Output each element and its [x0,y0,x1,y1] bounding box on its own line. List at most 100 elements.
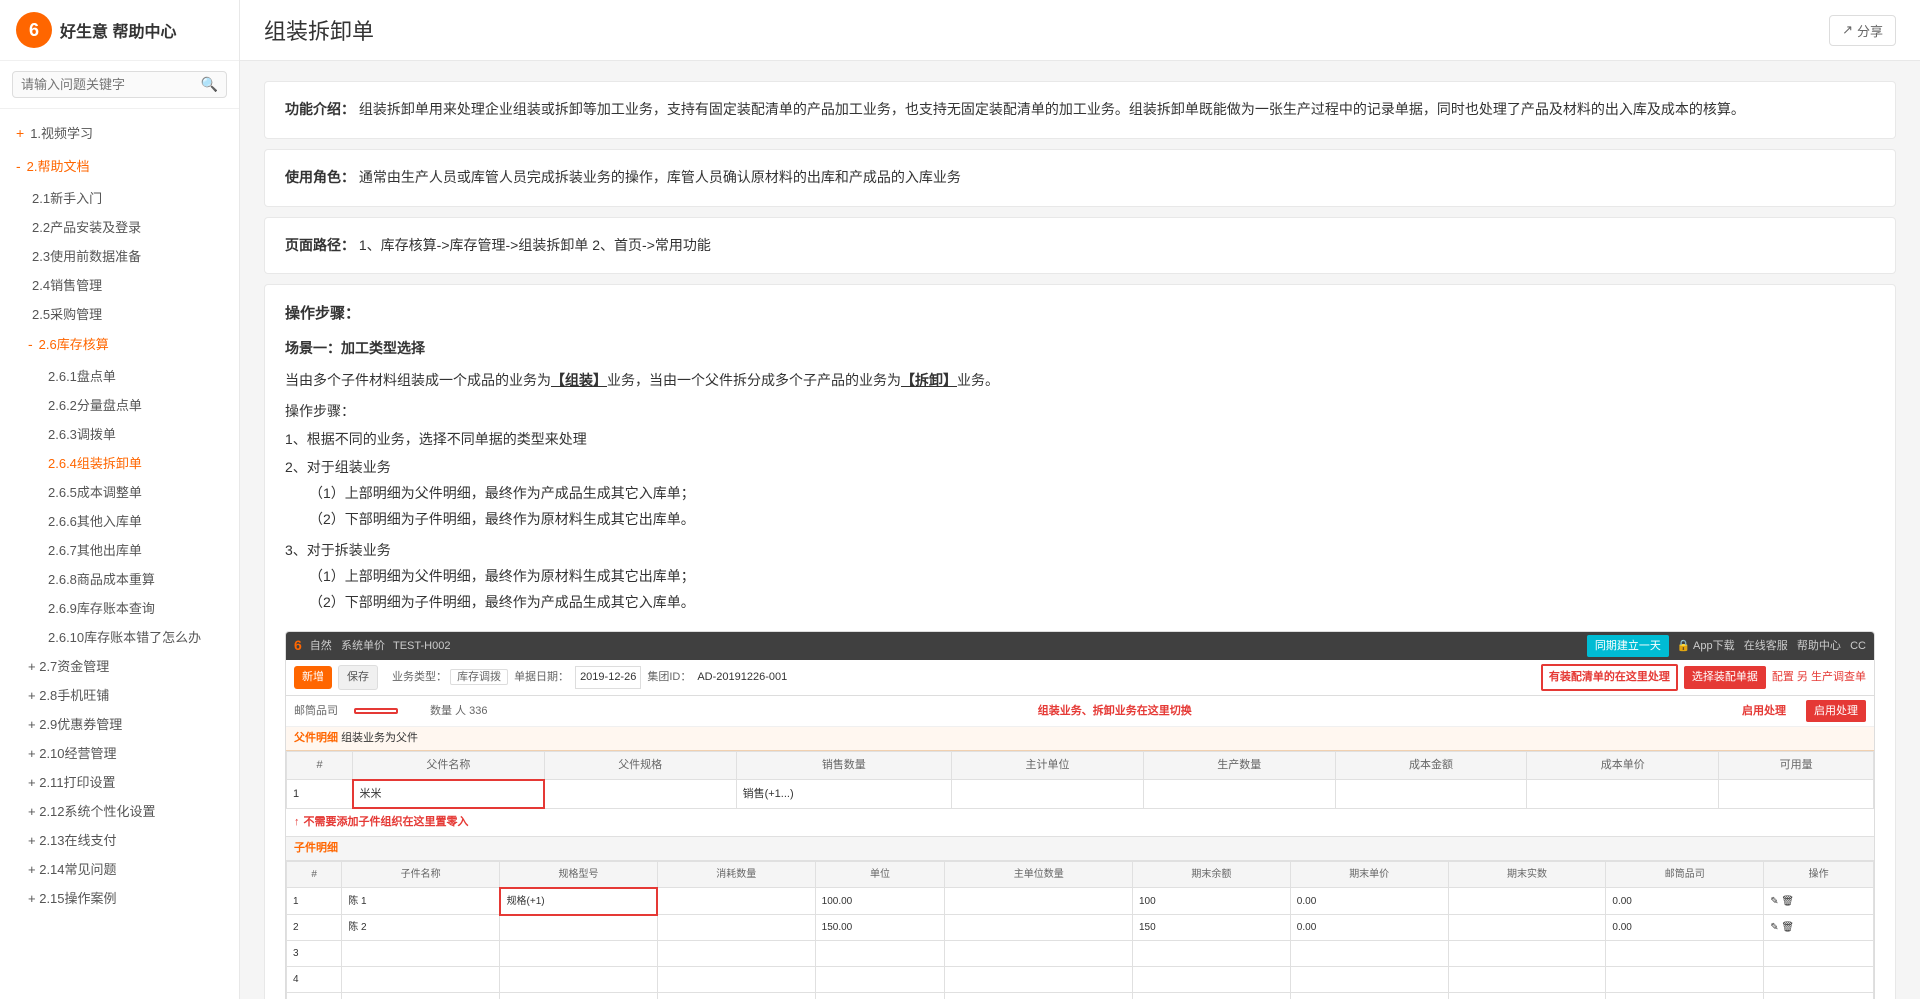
sidebar-item-other-in[interactable]: 2.6.6其他入库单 [0,506,239,535]
sidebar-item-mobile[interactable]: + 2.8手机旺铺 [0,680,239,709]
sim-table2-header: 子件明细 [286,836,1874,861]
role-label: 使用角色： [285,169,355,185]
main-header: 组装拆卸单 ↗ 分享 [240,0,1920,61]
search-wrap[interactable]: 🔍 [12,71,227,98]
sidebar-item-stocktake[interactable]: 2.6.1盘点单 [0,361,239,390]
sidebar-item-ledger-query[interactable]: 2.6.9库存账本查询 [0,593,239,622]
sidebar-item-video-learning[interactable]: + 1.视频学习 [0,117,239,150]
sidebar-item-partial-stocktake[interactable]: 2.6.2分量盘点单 [0,390,239,419]
sidebar-item-coupon[interactable]: + 2.9优惠券管理 [0,709,239,738]
sidebar-item-beginner[interactable]: 2.1新手入门 [0,183,239,212]
intro-text: 组装拆卸单用来处理企业组装或拆卸等加工业务，支持有固定装配清单的产品加工业务，也… [359,101,1745,117]
sim-annotation-3: 启用处理 [1742,702,1786,721]
sidebar-item-faq[interactable]: + 2.14常见问题 [0,854,239,883]
sidebar-item-finance[interactable]: + 2.7资金管理 [0,651,239,680]
table-row: 4 [287,967,1874,993]
sim-annotation-2: 组装业务、拆卸业务在这里切换 [1038,702,1192,721]
sim-sub-input [354,708,398,714]
main-area: 组装拆卸单 ↗ 分享 功能介绍： 组装拆卸单用来处理企业组装或拆卸等加工业务，支… [240,0,1920,999]
scene-title: 场景一：加工类型选择 [285,337,1875,361]
page-title: 组装拆卸单 [264,14,374,46]
sidebar-item-other-out[interactable]: 2.6.7其他出库单 [0,535,239,564]
annotation-4-label: 不需要添加子件组织在这里置零入 [304,813,469,832]
sidebar-item-operations[interactable]: + 2.10经营管理 [0,738,239,767]
disassemble-keyword: 【拆卸】 [901,372,957,388]
table-row: 1 米米 销售(+1...) [287,780,1874,809]
sidebar-item-custom[interactable]: + 2.12系统个性化设置 [0,796,239,825]
sidebar-item-purchase[interactable]: 2.5采购管理 [0,299,239,328]
search-input[interactable] [21,77,201,92]
sim-th-parent-name: 父件名称 [353,751,545,779]
sim-group-label: 集团ID： [647,668,691,687]
step2-item2: （2）下部明细为子件明细，最终作为原材料生成其它出库单。 [309,508,1875,532]
sidebar-item-cases[interactable]: + 2.15操作案例 [0,883,239,912]
sim-apply-btn: 启用处理 [1806,700,1866,723]
sim-table2: # 子件名称 规格型号 消耗数量 单位 主单位数量 期末余额 期末单价 期末实数… [286,861,1874,999]
sim-sep: 配置 另 生产调查单 [1772,668,1866,687]
sidebar-item-print[interactable]: + 2.11打印设置 [0,767,239,796]
sidebar-item-payment[interactable]: + 2.13在线支付 [0,825,239,854]
sidebar-item-install[interactable]: 2.2产品安装及登录 [0,212,239,241]
share-button[interactable]: ↗ 分享 [1829,15,1896,46]
sim-title: 自然 系统单价 [310,637,385,656]
sim-th-unit: 主计单位 [952,751,1144,779]
sim-th-avail: 可用量 [1719,751,1874,779]
sim-th-unit-cost: 成本单价 [1527,751,1719,779]
sidebar-item-assembly[interactable]: 2.6.4组装拆卸单 [0,448,239,477]
steps-title: 操作步骤： [285,301,1875,327]
sim-date-val: 2019-12-26 [575,666,641,689]
sim-th-parent-spec: 父件规格 [544,751,736,779]
sim-th: # [287,751,353,779]
sidebar-item-data-prep[interactable]: 2.3使用前数据准备 [0,241,239,270]
table-row: 2 陈 2 150.00 150 0.00 0.00 ✎ 🗑 [287,915,1874,941]
sim-new-btn: 同期建立一天 [1587,635,1669,658]
role-card: 使用角色： 通常由生产人员或库管人员完成拆装业务的操作，库管人员确认原材料的出库… [264,149,1896,207]
collapse-icon-inventory: - [28,334,33,355]
sidebar-item-cost-adjust[interactable]: 2.6.5成本调整单 [0,477,239,506]
sidebar-header: 6 好生意 帮助中心 [0,0,239,61]
sim-sublabel: 邮筒品司 [294,702,338,721]
sim-btn-save: 保存 [338,665,378,690]
search-box: 🔍 [0,61,239,109]
sim-th-cost: 成本金额 [1335,751,1527,779]
path-card: 页面路径： 1、库存核算->库存管理->组装拆卸单 2、首页->常用功能 [264,217,1896,275]
screenshot-container: 6 自然 系统单价 TEST-H002 同期建立一天 🔒 App下载 在线客服 … [285,631,1875,999]
expand-icon: + [16,123,24,144]
collapse-icon: - [16,156,21,177]
sim-form-type: 业务类型： 库存调拨 [392,668,508,687]
role-text: 通常由生产人员或库管人员完成拆装业务的操作，库管人员确认原材料的出库和产成品的入… [359,169,961,185]
sim-form-type-val: 库存调拨 [450,669,508,685]
search-icon[interactable]: 🔍 [201,76,218,93]
steps-card: 操作步骤： 场景一：加工类型选择 当由多个子件材料组装成一个成品的业务为【组装】… [264,284,1896,999]
sidebar-item-ledger-fix[interactable]: 2.6.10库存账本错了怎么办 [0,622,239,651]
table-row: 5 [287,993,1874,999]
step3-item1: （1）上部明细为父件明细，最终作为原材料生成其它出库单； [309,565,1875,589]
sidebar-item-sales[interactable]: 2.4销售管理 [0,270,239,299]
sim-group-val: AD-20191226-001 [697,668,787,687]
step3-item2: （2）下部明细为子件明细，最终作为产成品生成其它入库单。 [309,591,1875,615]
step2-item1: （1）上部明细为父件明细，最终作为产成品生成其它入库单； [309,482,1875,506]
sim-date-label: 单据日期： [514,668,569,687]
sim-form-type-label: 业务类型 [392,671,436,683]
logo-icon: 6 [16,12,52,48]
table-row: 1 陈 1 规格(+1) 100.00 100 0.00 0.00 ✎ � [287,888,1874,915]
sidebar-item-transfer[interactable]: 2.6.3调拨单 [0,419,239,448]
step2: 2、对于组装业务 [285,456,1875,480]
intro-label: 功能介绍： [285,101,355,117]
sim-top-bar: 6 自然 系统单价 TEST-H002 同期建立一天 🔒 App下载 在线客服 … [286,632,1874,660]
app-title: 好生意 帮助中心 [60,18,176,42]
sidebar-item-inventory[interactable]: - 2.6库存核算 [0,328,239,361]
sim-screenshot: 6 自然 系统单价 TEST-H002 同期建立一天 🔒 App下载 在线客服 … [286,632,1874,999]
sim-qty-label: 数量 人 336 [430,702,487,721]
nav-tree: + 1.视频学习 - 2.帮助文档 2.1新手入门 2.2产品安装及登录 2.3… [0,109,239,999]
intro-card: 功能介绍： 组装拆卸单用来处理企业组装或拆卸等加工业务，支持有固定装配清单的产品… [264,81,1896,139]
sidebar-item-help-docs[interactable]: - 2.帮助文档 [0,150,239,183]
table-row: 3 [287,941,1874,967]
sidebar-item-cost-recalc[interactable]: 2.6.8商品成本重算 [0,564,239,593]
scene-desc: 当由多个子件材料组装成一个成品的业务为【组装】业务，当由一个父件拆分成多个子产品… [285,369,1875,393]
step-sub-title: 操作步骤： [285,400,1875,424]
share-label: 分享 [1857,21,1883,40]
arrow-icon-1: ↑ [294,813,300,832]
share-icon: ↗ [1842,22,1853,38]
sim-store-id: TEST-H002 [393,637,450,656]
